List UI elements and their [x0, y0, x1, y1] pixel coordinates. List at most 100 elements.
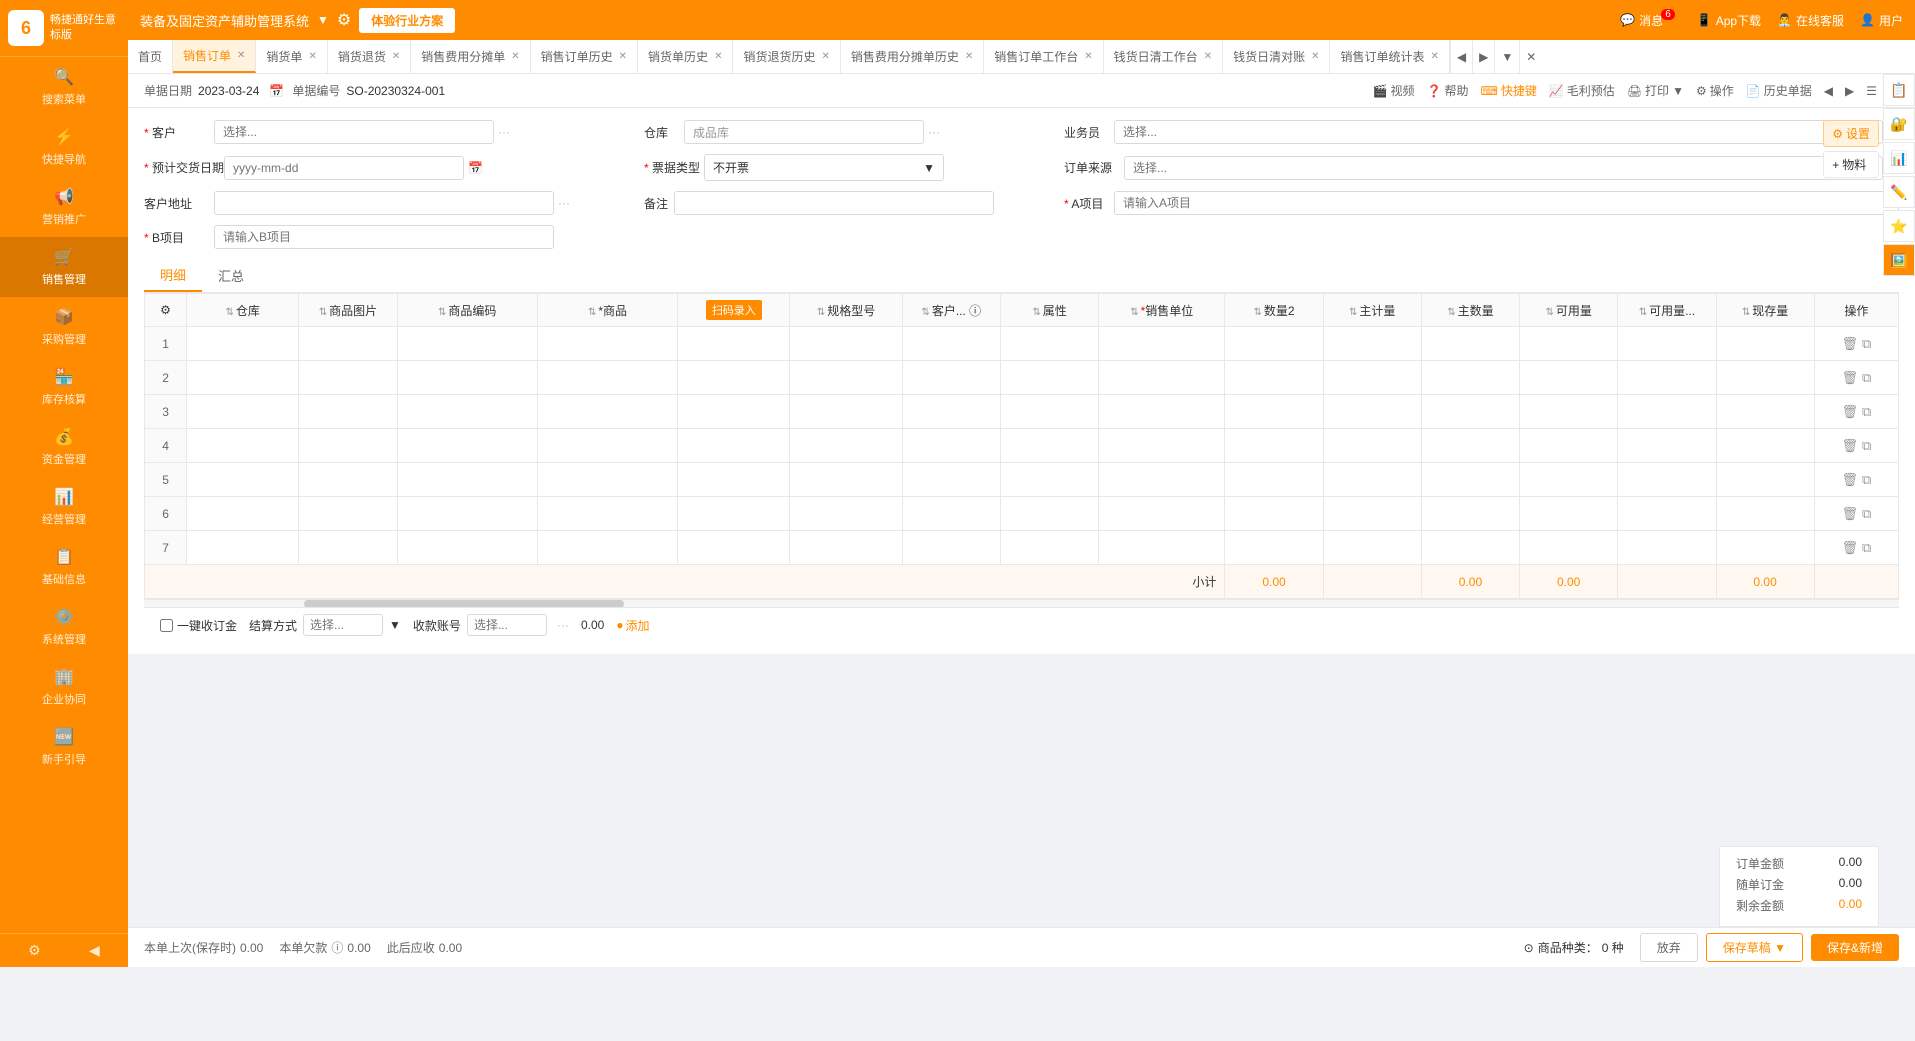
row-5-main-unit[interactable] [1323, 463, 1421, 497]
row-4-code[interactable] [397, 429, 537, 463]
sidebar-item-system[interactable]: ⚙️ 系统管理 [0, 597, 128, 657]
row-6-unit[interactable] [1099, 497, 1225, 531]
tab-statistics-close[interactable]: ✕ [1431, 51, 1439, 62]
warehouse-input[interactable] [684, 120, 924, 144]
history-nav-next[interactable]: ▶ [1845, 84, 1854, 98]
row-7-cust-code[interactable] [902, 531, 1000, 565]
row-5-qty2[interactable] [1225, 463, 1323, 497]
sidebar-item-enterprise[interactable]: 🏢 企业协同 [0, 657, 128, 717]
app-download-item[interactable]: 📱 App下载 [1697, 12, 1761, 29]
tab-return-history[interactable]: 销货退货历史 ✕ [733, 40, 840, 73]
add-material-button[interactable]: + 物料 [1823, 151, 1879, 178]
sidebar-item-operations[interactable]: 📊 经营管理 [0, 477, 128, 537]
sidebar-item-basicinfo[interactable]: 📋 基础信息 [0, 537, 128, 597]
tab-home[interactable]: 首页 [128, 40, 173, 73]
row-3-code[interactable] [397, 395, 537, 429]
customer-input[interactable] [214, 120, 494, 144]
row-7-qty2[interactable] [1225, 531, 1323, 565]
history-nav-prev[interactable]: ◀ [1824, 84, 1833, 98]
sidebar-item-purchase[interactable]: 📦 采购管理 [0, 297, 128, 357]
collapse-icon[interactable]: ◀ [89, 942, 100, 959]
tab-daily-workbench-close[interactable]: ✕ [1204, 51, 1212, 62]
row-4-main-qty[interactable] [1421, 429, 1519, 463]
row-7-name[interactable] [537, 531, 677, 565]
sidebar-item-marketing[interactable]: 📢 营销推广 [0, 177, 128, 237]
row-3-cust-code[interactable] [902, 395, 1000, 429]
row-7-main-qty[interactable] [1421, 531, 1519, 565]
account-input[interactable] [467, 614, 547, 636]
tab-workbench-close[interactable]: ✕ [1084, 51, 1092, 62]
order-source-input[interactable] [1124, 156, 1883, 180]
row-7-unit[interactable] [1099, 531, 1225, 565]
solution-button[interactable]: 体验行业方案 [359, 8, 455, 33]
row-1-spec[interactable] [790, 327, 902, 361]
user-item[interactable]: 👤 用户 [1860, 12, 1903, 29]
row-5-spec[interactable] [790, 463, 902, 497]
save-draft-dropdown[interactable]: ▼ [1774, 941, 1786, 955]
row-6-name[interactable] [537, 497, 677, 531]
tab-reconcile-close[interactable]: ✕ [1311, 51, 1319, 62]
calendar-icon[interactable]: 📅 [269, 84, 284, 98]
tab-expense-history[interactable]: 销售费用分摊单历史 ✕ [841, 40, 984, 73]
row-6-code[interactable] [397, 497, 537, 531]
copy-icon-6[interactable]: ⧉ [1862, 506, 1871, 522]
tab-summary[interactable]: 汇总 [202, 260, 260, 291]
tab-workbench[interactable]: 销售订单工作台 ✕ [984, 40, 1103, 73]
tab-sales-invoice[interactable]: 销货单 ✕ [256, 40, 327, 73]
delivery-date-input[interactable] [224, 156, 464, 180]
tab-daily-workbench[interactable]: 钱货日清工作台 ✕ [1104, 40, 1223, 73]
invoice-type-select[interactable]: 不开票 ▼ [704, 154, 944, 181]
tab-expense-history-close[interactable]: ✕ [965, 51, 973, 62]
delete-icon-6[interactable]: 🗑 [1841, 506, 1858, 522]
save-draft-button[interactable]: 保存草稿 ▼ [1706, 933, 1803, 962]
right-sidebar-btn-6[interactable]: 🖼️ [1883, 244, 1915, 276]
sidebar-item-search[interactable]: 🔍 搜索菜单 [0, 57, 128, 117]
scan-button[interactable]: 扫码录入 [706, 300, 762, 320]
shortcut-action[interactable]: ⌨ 快捷键 [1481, 82, 1537, 99]
row-3-main-unit[interactable] [1323, 395, 1421, 429]
add-button[interactable]: ● 添加 [616, 617, 649, 634]
row-1-qty2[interactable] [1225, 327, 1323, 361]
delete-icon-7[interactable]: 🗑 [1841, 540, 1858, 556]
salesperson-input[interactable] [1114, 120, 1883, 144]
row-4-main-unit[interactable] [1323, 429, 1421, 463]
delete-icon-3[interactable]: 🗑 [1841, 404, 1858, 420]
row-2-unit[interactable] [1099, 361, 1225, 395]
tab-order-history-close[interactable]: ✕ [619, 51, 627, 62]
tab-nav-close-all[interactable]: ✕ [1519, 40, 1542, 73]
row-2-attr[interactable] [1000, 361, 1098, 395]
tab-nav-next[interactable]: ▶ [1472, 40, 1494, 73]
right-sidebar-btn-4[interactable]: ✏️ [1883, 176, 1915, 208]
tab-statistics[interactable]: 销售订单统计表 ✕ [1330, 40, 1449, 73]
col-settings[interactable]: ⚙ [145, 294, 187, 327]
address-dots[interactable]: ··· [558, 196, 570, 210]
view-action[interactable]: 🎬 视频 [1373, 82, 1415, 99]
tab-invoice-history[interactable]: 销货单历史 ✕ [638, 40, 733, 73]
row-2-main-unit[interactable] [1323, 361, 1421, 395]
row-6-spec[interactable] [790, 497, 902, 531]
row-6-attr[interactable] [1000, 497, 1098, 531]
address-input[interactable] [214, 191, 554, 215]
tab-return-history-close[interactable]: ✕ [821, 51, 829, 62]
sidebar-item-finance[interactable]: 💰 资金管理 [0, 417, 128, 477]
tab-nav-menu[interactable]: ▼ [1494, 40, 1519, 73]
row-4-cust-code[interactable] [902, 429, 1000, 463]
row-7-warehouse[interactable] [187, 531, 299, 565]
tab-sales-order[interactable]: 销售订单 ✕ [173, 40, 256, 73]
sidebar-item-inventory[interactable]: 🏪 库存核算 [0, 357, 128, 417]
row-5-name[interactable] [537, 463, 677, 497]
row-2-warehouse[interactable] [187, 361, 299, 395]
tab-sales-return[interactable]: 销货退货 ✕ [328, 40, 411, 73]
row-7-main-unit[interactable] [1323, 531, 1421, 565]
row-7-spec[interactable] [790, 531, 902, 565]
sidebar-item-guide[interactable]: 🆕 新手引导 [0, 717, 128, 777]
tab-expense-split-close[interactable]: ✕ [511, 51, 519, 62]
row-1-unit[interactable] [1099, 327, 1225, 361]
notification-item[interactable]: 💬 消息 6 [1620, 12, 1681, 29]
row-3-unit[interactable] [1099, 395, 1225, 429]
tab-sales-return-close[interactable]: ✕ [392, 51, 400, 62]
right-sidebar-btn-3[interactable]: 📊 [1883, 142, 1915, 174]
row-4-spec[interactable] [790, 429, 902, 463]
row-3-main-qty[interactable] [1421, 395, 1519, 429]
row-2-code[interactable] [397, 361, 537, 395]
